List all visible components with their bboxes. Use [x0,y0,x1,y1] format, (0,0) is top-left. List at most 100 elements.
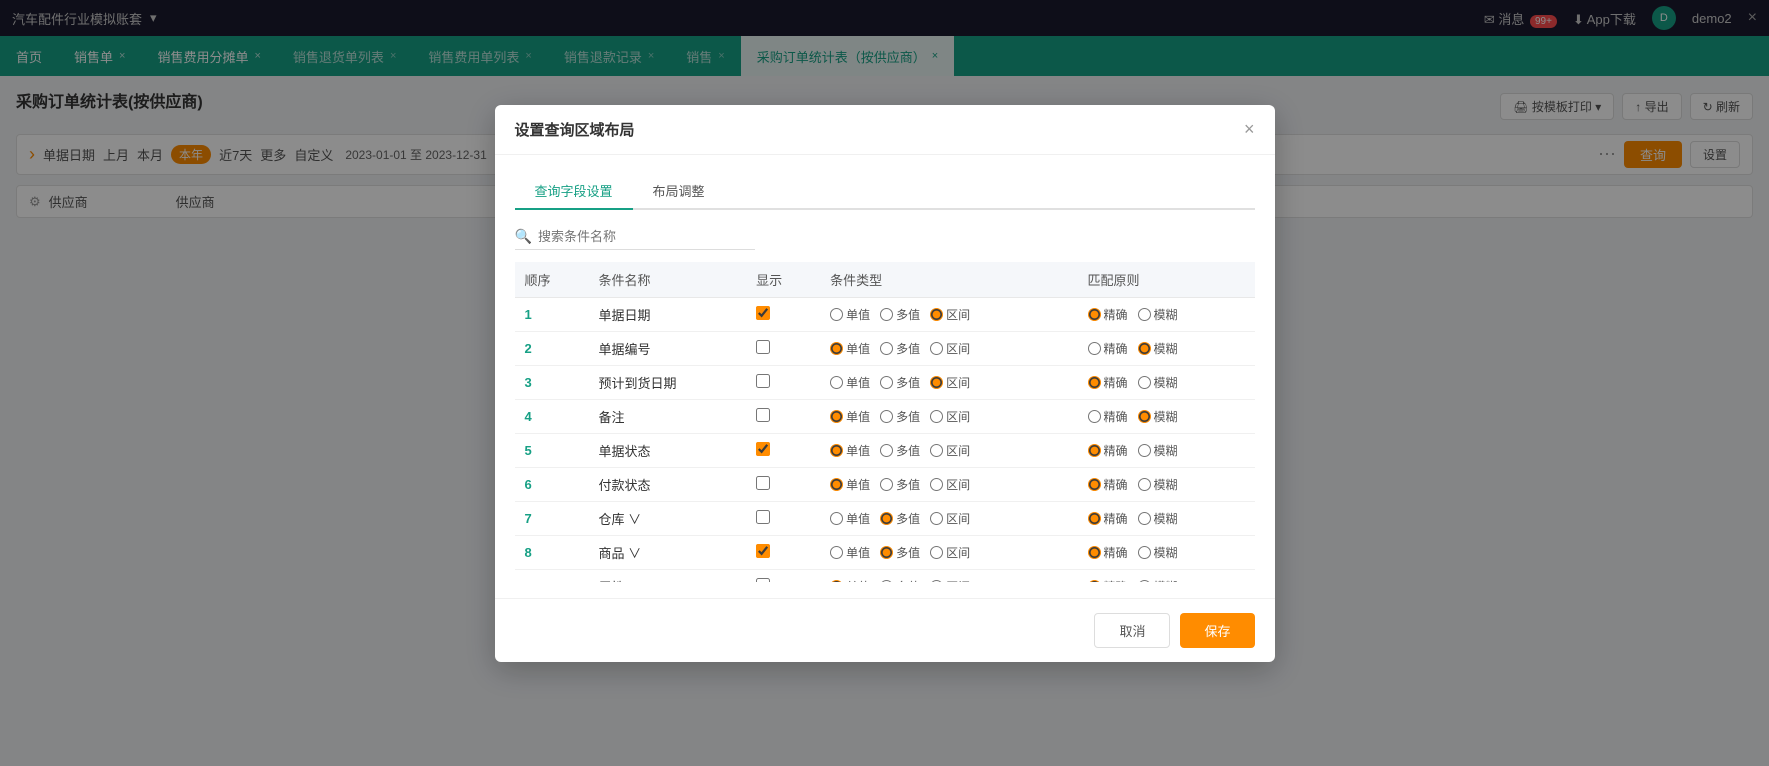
type-radio-多值[interactable] [880,512,893,525]
type-option-区间[interactable]: 区间 [930,442,970,459]
display-checkbox[interactable] [756,510,770,524]
type-radio-区间[interactable] [930,478,943,491]
type-option-区间[interactable]: 区间 [930,340,970,357]
match-option-模糊[interactable]: 模糊 [1138,374,1178,391]
match-radio-模糊[interactable] [1138,342,1151,355]
type-option-单值[interactable]: 单值 [830,408,870,425]
display-checkbox[interactable] [756,306,770,320]
type-radio-多值[interactable] [880,376,893,389]
match-option-模糊[interactable]: 模糊 [1138,476,1178,493]
match-radio-精确[interactable] [1088,512,1101,525]
type-option-多值[interactable]: 多值 [880,510,920,527]
type-option-区间[interactable]: 区间 [930,408,970,425]
type-option-区间[interactable]: 区间 [930,510,970,527]
match-option-精确[interactable]: 精确 [1088,578,1128,582]
type-option-多值[interactable]: 多值 [880,476,920,493]
type-option-多值[interactable]: 多值 [880,408,920,425]
type-radio-多值[interactable] [880,342,893,355]
type-option-单值[interactable]: 单值 [830,510,870,527]
match-radio-模糊[interactable] [1138,376,1151,389]
cancel-button[interactable]: 取消 [1094,613,1170,648]
type-option-区间[interactable]: 区间 [930,374,970,391]
match-option-模糊[interactable]: 模糊 [1138,578,1178,582]
type-option-多值[interactable]: 多值 [880,374,920,391]
type-option-单值[interactable]: 单值 [830,442,870,459]
type-option-区间[interactable]: 区间 [930,578,970,582]
match-radio-模糊[interactable] [1138,308,1151,321]
dialog-close-button[interactable]: × [1244,120,1255,138]
type-radio-区间[interactable] [930,512,943,525]
match-radio-模糊[interactable] [1138,444,1151,457]
match-option-精确[interactable]: 精确 [1088,442,1128,459]
match-radio-精确[interactable] [1088,580,1101,582]
match-radio-模糊[interactable] [1138,546,1151,559]
type-radio-区间[interactable] [930,308,943,321]
tab-query-fields[interactable]: 查询字段设置 [515,173,633,210]
type-option-单值[interactable]: 单值 [830,340,870,357]
type-option-区间[interactable]: 区间 [930,544,970,561]
type-radio-单值[interactable] [830,342,843,355]
display-checkbox[interactable] [756,340,770,354]
match-option-精确[interactable]: 精确 [1088,510,1128,527]
match-option-模糊[interactable]: 模糊 [1138,510,1178,527]
match-option-精确[interactable]: 精确 [1088,374,1128,391]
tab-layout[interactable]: 布局调整 [633,173,725,210]
display-checkbox[interactable] [756,374,770,388]
type-option-单值[interactable]: 单值 [830,578,870,582]
match-option-模糊[interactable]: 模糊 [1138,306,1178,323]
match-radio-模糊[interactable] [1138,478,1151,491]
match-radio-精确[interactable] [1088,376,1101,389]
type-radio-单值[interactable] [830,478,843,491]
match-radio-模糊[interactable] [1138,410,1151,423]
type-option-单值[interactable]: 单值 [830,306,870,323]
match-option-模糊[interactable]: 模糊 [1138,340,1178,357]
type-option-多值[interactable]: 多值 [880,544,920,561]
type-radio-区间[interactable] [930,580,943,582]
type-radio-单值[interactable] [830,376,843,389]
type-radio-单值[interactable] [830,308,843,321]
match-radio-精确[interactable] [1088,478,1101,491]
display-checkbox[interactable] [756,578,770,582]
type-option-多值[interactable]: 多值 [880,578,920,582]
match-option-精确[interactable]: 精确 [1088,544,1128,561]
type-option-单值[interactable]: 单值 [830,374,870,391]
type-radio-单值[interactable] [830,444,843,457]
match-option-模糊[interactable]: 模糊 [1138,442,1178,459]
type-radio-区间[interactable] [930,410,943,423]
match-option-模糊[interactable]: 模糊 [1138,544,1178,561]
match-radio-精确[interactable] [1088,546,1101,559]
match-radio-精确[interactable] [1088,410,1101,423]
match-option-精确[interactable]: 精确 [1088,340,1128,357]
type-option-单值[interactable]: 单值 [830,544,870,561]
type-radio-多值[interactable] [880,580,893,582]
display-checkbox[interactable] [756,442,770,456]
search-input[interactable] [538,229,738,244]
display-checkbox[interactable] [756,544,770,558]
type-radio-多值[interactable] [880,478,893,491]
display-checkbox[interactable] [756,476,770,490]
type-radio-区间[interactable] [930,342,943,355]
match-radio-模糊[interactable] [1138,580,1151,582]
type-radio-多值[interactable] [880,444,893,457]
type-option-多值[interactable]: 多值 [880,306,920,323]
type-radio-单值[interactable] [830,512,843,525]
type-radio-多值[interactable] [880,410,893,423]
type-radio-区间[interactable] [930,546,943,559]
type-radio-单值[interactable] [830,546,843,559]
type-option-多值[interactable]: 多值 [880,442,920,459]
type-radio-区间[interactable] [930,376,943,389]
type-radio-单值[interactable] [830,580,843,582]
save-button[interactable]: 保存 [1180,613,1254,648]
match-radio-精确[interactable] [1088,342,1101,355]
display-checkbox[interactable] [756,408,770,422]
type-option-区间[interactable]: 区间 [930,476,970,493]
type-radio-区间[interactable] [930,444,943,457]
match-option-模糊[interactable]: 模糊 [1138,408,1178,425]
match-radio-精确[interactable] [1088,444,1101,457]
match-option-精确[interactable]: 精确 [1088,408,1128,425]
match-radio-精确[interactable] [1088,308,1101,321]
type-radio-单值[interactable] [830,410,843,423]
type-option-多值[interactable]: 多值 [880,340,920,357]
match-option-精确[interactable]: 精确 [1088,306,1128,323]
type-option-单值[interactable]: 单值 [830,476,870,493]
